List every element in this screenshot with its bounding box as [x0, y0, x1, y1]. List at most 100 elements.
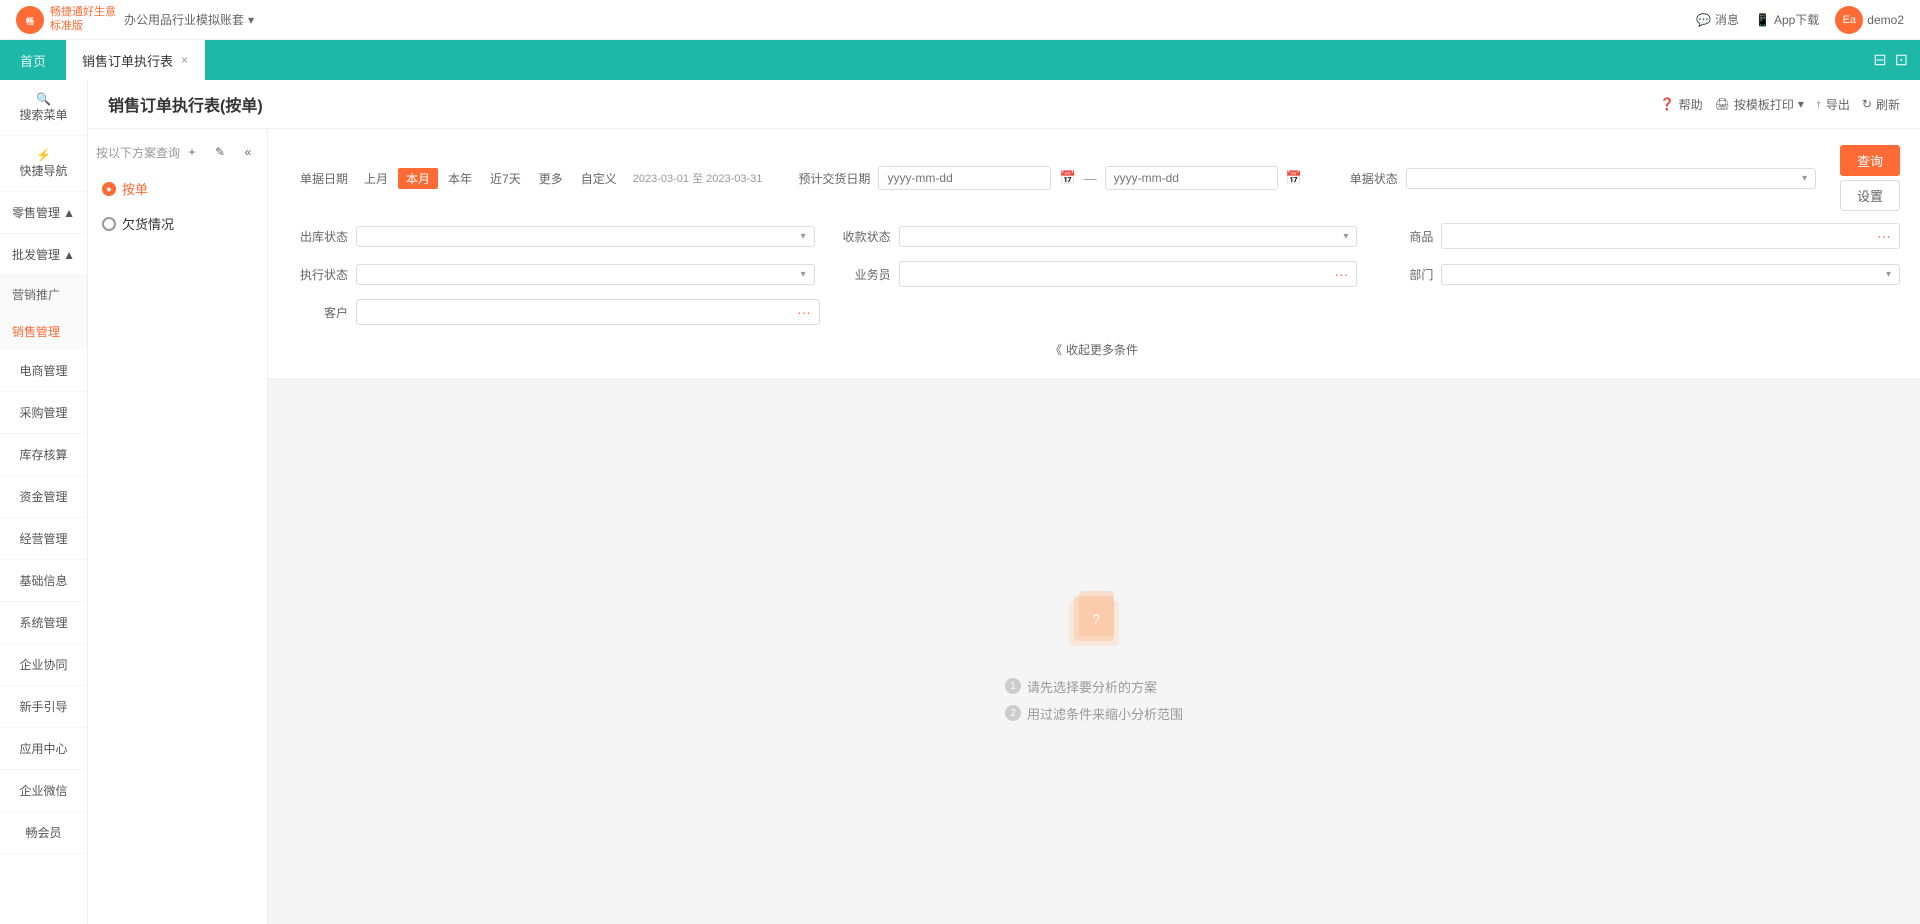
- customer-select[interactable]: ···: [356, 299, 820, 325]
- content-area: 销售订单执行表(按单) ❓ 帮助 🖨 按模板打印 ▾ ↑ 导出 ↻ 刷新: [88, 80, 1920, 924]
- app-download-action[interactable]: 📱 App下载: [1755, 11, 1819, 28]
- inactive-scheme-indicator: [102, 217, 116, 231]
- salesperson-label: 业务员: [831, 266, 891, 283]
- department-label: 部门: [1373, 266, 1433, 283]
- collection-status-chevron: ▾: [1343, 231, 1348, 242]
- tip-num-2: 2: [1005, 705, 1021, 721]
- date-tab-current-month[interactable]: 本月: [398, 168, 438, 189]
- sidebar-item-enterprise-wechat[interactable]: 企业微信: [0, 770, 87, 812]
- chevron-up-icon2: ▲: [63, 248, 75, 262]
- top-header: 畅 畅捷通好生意 标准版 办公用品行业模拟账套 ▾ 💬 消息 📱 App下载 E…: [0, 0, 1920, 40]
- date-tab-7days[interactable]: 近7天: [482, 168, 529, 189]
- expected-date-end[interactable]: [1105, 166, 1278, 190]
- settings-btn[interactable]: 设置: [1840, 180, 1900, 211]
- collapse-filters-btn[interactable]: 《 收起更多条件: [288, 337, 1900, 362]
- user-action[interactable]: Ea demo2: [1835, 6, 1904, 34]
- doc-status-label: 单据状态: [1338, 170, 1398, 187]
- print-dropdown-icon: ▾: [1798, 97, 1804, 111]
- page-actions: ❓ 帮助 🖨 按模板打印 ▾ ↑ 导出 ↻ 刷新: [1660, 96, 1900, 113]
- salesperson-select[interactable]: ···: [899, 261, 1358, 287]
- tab-home[interactable]: 首页: [0, 40, 66, 80]
- calendar-icon-end: 📅: [1286, 170, 1302, 186]
- empty-state: ? 1 请先选择要分析的方案 2 用过滤条件来缩小分析范围: [268, 379, 1920, 924]
- sidebar-item-enterprise[interactable]: 企业协同: [0, 644, 87, 686]
- salesperson-more-btn[interactable]: ···: [1334, 266, 1348, 282]
- delivery-status-select[interactable]: ▾: [356, 226, 815, 247]
- sidebar-sub-item-sales[interactable]: 销售管理: [0, 313, 87, 350]
- doc-status-select[interactable]: ▾: [1406, 168, 1816, 189]
- exec-status-chevron: ▾: [801, 269, 806, 280]
- date-tab-last-month[interactable]: 上月: [356, 168, 396, 189]
- workspace-dropdown-icon: ▾: [248, 13, 254, 27]
- tab-minimize-btn[interactable]: ⊟: [1873, 50, 1886, 70]
- help-icon: ❓: [1660, 97, 1675, 111]
- chevron-up-icon: ▲: [63, 206, 75, 220]
- print-btn[interactable]: 🖨 按模板打印 ▾: [1715, 96, 1804, 113]
- collection-status-select[interactable]: ▾: [899, 226, 1358, 247]
- department-select[interactable]: ▾: [1441, 264, 1900, 285]
- date-tab-custom[interactable]: 自定义: [573, 168, 625, 189]
- edit-scheme-btn[interactable]: ✎: [209, 141, 231, 163]
- tab-bar: 首页 销售订单执行表 × ⊟ ⊡: [0, 40, 1920, 80]
- expected-date-start[interactable]: [878, 166, 1051, 190]
- export-btn[interactable]: ↑ 导出: [1816, 96, 1850, 113]
- sidebar-item-system[interactable]: 系统管理: [0, 602, 87, 644]
- help-btn[interactable]: ❓ 帮助: [1660, 96, 1703, 113]
- sidebar-item-purchase[interactable]: 采购管理: [0, 392, 87, 434]
- tab-close-btn[interactable]: ×: [181, 53, 188, 67]
- scheme-item-按单[interactable]: ● 按单: [96, 171, 259, 206]
- left-panel: 按以下方案查询 + ✎ « ● 按单 欠货情况: [88, 129, 268, 924]
- product-label: 商品: [1373, 228, 1433, 245]
- sidebar-item-search-menu[interactable]: 🔍 搜索菜单: [0, 80, 87, 136]
- filter-row-1: 单据日期 上月 本月 本年 近7天 更多 自定义 2023-03-01 至 20…: [288, 145, 1900, 211]
- date-tab-current-year[interactable]: 本年: [440, 168, 480, 189]
- scheme-item-欠货情况[interactable]: 欠货情况: [96, 206, 259, 241]
- query-btn[interactable]: 查询: [1840, 145, 1900, 176]
- sidebar-item-new-guide[interactable]: 新手引导: [0, 686, 87, 728]
- filter-row-3: 执行状态 ▾ 业务员 ···: [288, 261, 1900, 287]
- active-scheme-indicator: ●: [102, 182, 116, 196]
- sidebar-item-wholesale[interactable]: 批发管理 ▲: [0, 234, 87, 276]
- filter-row-2: 出库状态 ▾ 收款状态 ▾: [288, 223, 1900, 249]
- left-panel-title: 按以下方案查询 + ✎ «: [96, 141, 259, 163]
- sidebar-item-basic-info[interactable]: 基础信息: [0, 560, 87, 602]
- sidebar-item-inventory[interactable]: 库存核算: [0, 434, 87, 476]
- date-tab-more[interactable]: 更多: [531, 168, 571, 189]
- tab-sales-order[interactable]: 销售订单执行表 ×: [66, 40, 205, 80]
- add-scheme-btn[interactable]: +: [181, 141, 203, 163]
- collection-status-label: 收款状态: [831, 228, 891, 245]
- tip-num-1: 1: [1005, 678, 1021, 694]
- collapse-panel-btn[interactable]: «: [237, 141, 259, 163]
- date-filter-label: 单据日期: [288, 170, 348, 187]
- sidebar-sub-item-marketing[interactable]: 营销推广: [0, 276, 87, 313]
- empty-tips: 1 请先选择要分析的方案 2 用过滤条件来缩小分析范围: [1005, 677, 1183, 723]
- exec-status-select[interactable]: ▾: [356, 264, 815, 285]
- refresh-btn[interactable]: ↻ 刷新: [1862, 96, 1900, 113]
- header-right: 💬 消息 📱 App下载 Ea demo2: [1696, 6, 1904, 34]
- sidebar-item-operations[interactable]: 经营管理: [0, 518, 87, 560]
- workspace-selector[interactable]: 办公用品行业模拟账套 ▾: [124, 11, 254, 28]
- collapse-icon: 《: [1050, 341, 1062, 358]
- customer-more-btn[interactable]: ···: [797, 304, 811, 320]
- sidebar-item-finance[interactable]: 资金管理: [0, 476, 87, 518]
- sidebar-item-retail[interactable]: 零售管理 ▲: [0, 192, 87, 234]
- tab-maximize-btn[interactable]: ⊡: [1895, 50, 1908, 70]
- export-icon: ↑: [1816, 97, 1822, 111]
- left-panel-actions: + ✎ «: [181, 141, 259, 163]
- date-range-display: 2023-03-01 至 2023-03-31: [633, 170, 763, 186]
- product-more-btn[interactable]: ···: [1877, 228, 1891, 244]
- sidebar-item-member[interactable]: 畅会员: [0, 812, 87, 854]
- main-content-wrapper: 按以下方案查询 + ✎ « ● 按单 欠货情况: [88, 129, 1920, 924]
- page-title: 销售订单执行表(按单): [108, 92, 263, 116]
- app-logo-icon: 畅: [16, 6, 44, 34]
- message-action[interactable]: 💬 消息: [1696, 11, 1739, 28]
- sidebar-item-ecommerce[interactable]: 电商管理: [0, 350, 87, 392]
- svg-text:畅: 畅: [26, 16, 34, 26]
- sidebar-item-quick-nav[interactable]: ⚡ 快捷导航: [0, 136, 87, 192]
- filter-row-4: 客户 ···: [288, 299, 1900, 325]
- empty-tip-1: 1 请先选择要分析的方案: [1005, 677, 1183, 696]
- main-layout: 🔍 搜索菜单 ⚡ 快捷导航 零售管理 ▲ 批发管理 ▲ 营销推广 销售管理 电商…: [0, 80, 1920, 924]
- sidebar: 🔍 搜索菜单 ⚡ 快捷导航 零售管理 ▲ 批发管理 ▲ 营销推广 销售管理 电商…: [0, 80, 88, 924]
- product-select[interactable]: ···: [1441, 223, 1900, 249]
- sidebar-item-app-center[interactable]: 应用中心: [0, 728, 87, 770]
